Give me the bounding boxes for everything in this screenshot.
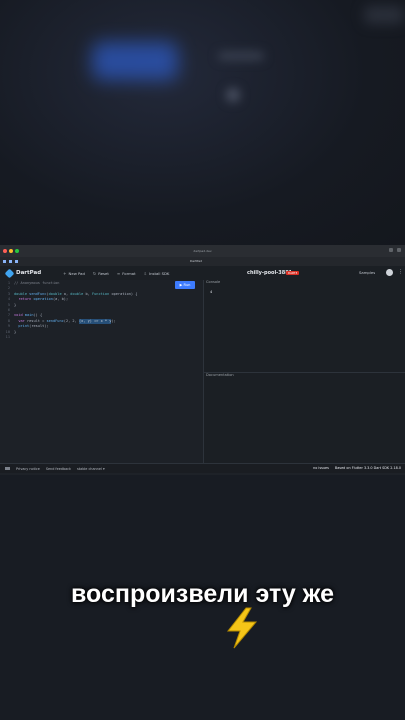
footer-status: no issues Based on Flutter 3.3.0 Dart SD… xyxy=(313,466,401,470)
code-line[interactable]: 11 xyxy=(2,335,137,340)
blurred-corner xyxy=(364,6,404,24)
channel-dropdown[interactable]: stable channel ▾ xyxy=(77,467,105,471)
window-controls[interactable] xyxy=(3,249,19,253)
minimize-dot-icon[interactable] xyxy=(9,249,13,253)
footer-links: Privacy notice Send feedback stable chan… xyxy=(5,467,105,471)
reset-label: Reset xyxy=(98,270,109,276)
back-icon[interactable] xyxy=(9,260,12,263)
code-token: } xyxy=(14,329,17,334)
maximize-dot-icon[interactable] xyxy=(15,249,19,253)
code-token: (x, y) => x * y xyxy=(78,318,112,325)
code-token: } xyxy=(14,302,17,307)
line-number: 11 xyxy=(5,335,10,340)
version-info: Based on Flutter 3.3.0 Dart SDK 2.18.0 xyxy=(334,466,401,470)
github-icon[interactable] xyxy=(386,269,393,276)
blurred-dot xyxy=(226,88,240,102)
feedback-link[interactable]: Send feedback xyxy=(46,467,71,471)
dartpad-header: DartPad + New Pad ↻ Reset ≡ Format ⇩ Ins… xyxy=(0,266,405,281)
plus-icon: + xyxy=(63,270,67,276)
tab-bar: DartPad xyxy=(0,257,405,266)
new-pad-button[interactable]: + New Pad xyxy=(63,271,85,276)
more-menu-icon[interactable]: ⋮ xyxy=(398,269,403,276)
code-token: double xyxy=(70,291,86,296)
tabs-icon[interactable] xyxy=(397,248,401,252)
privacy-link[interactable]: Privacy notice xyxy=(16,467,40,471)
version-badge: DART3 xyxy=(286,271,300,275)
lightning-bolt-shape xyxy=(226,607,258,649)
code-token: // Anonymous function xyxy=(14,281,60,285)
format-icon: ≡ xyxy=(116,270,121,276)
keyboard-icon[interactable] xyxy=(5,467,10,470)
documentation-label: Documentation xyxy=(206,373,234,377)
install-sdk-button[interactable]: ⇩ Install SDK xyxy=(144,271,170,276)
close-dot-icon[interactable] xyxy=(3,249,7,253)
header-actions: + New Pad ↻ Reset ≡ Format ⇩ Install SDK xyxy=(63,271,169,276)
video-caption: воспроизвели эту же xyxy=(71,580,334,608)
address-bar[interactable]: dartpad.dev xyxy=(150,248,255,254)
browser-window: dartpad.dev DartPad DartPad + New Pad ↻ … xyxy=(0,245,405,475)
documentation-panel: Documentation xyxy=(204,373,405,463)
sidebar-icon[interactable] xyxy=(3,260,6,263)
run-button[interactable]: ▶ Run xyxy=(175,281,195,289)
code-token: print xyxy=(14,324,30,329)
issues-status: no issues xyxy=(313,466,329,470)
browser-title-bar: dartpad.dev xyxy=(0,245,405,257)
console-label: Console xyxy=(206,280,221,284)
logo-text: DartPad xyxy=(16,270,42,276)
console-panel: Console 4 xyxy=(204,280,405,373)
lightning-bolt-icon xyxy=(226,607,258,649)
dart-logo-icon xyxy=(4,268,15,278)
tab-title[interactable]: DartPad xyxy=(190,258,202,265)
code-token: ); xyxy=(111,318,116,323)
browser-toolbar-icons xyxy=(389,248,401,252)
install-sdk-label: Install SDK xyxy=(148,270,170,276)
tab-bar-icons xyxy=(3,260,18,263)
code-token: (2, 2, xyxy=(63,318,79,323)
download-icon: ⇩ xyxy=(143,270,147,276)
dartpad-logo: DartPad xyxy=(4,268,42,278)
code-token: sendFunc xyxy=(46,318,64,323)
code-lines[interactable]: 1// Anonymous function 2 3 double sendFunc(… xyxy=(2,281,138,340)
format-button[interactable]: ≡ Format xyxy=(117,271,136,276)
format-label: Format xyxy=(122,270,136,276)
code-token: (result); xyxy=(29,324,49,329)
reset-button[interactable]: ↻ Reset xyxy=(93,271,109,276)
refresh-icon: ↻ xyxy=(92,270,97,276)
share-icon[interactable] xyxy=(389,248,393,252)
blurred-button xyxy=(92,42,178,80)
blurred-text xyxy=(218,52,264,60)
code-token: operation) { xyxy=(111,291,138,296)
new-pad-label: New Pad xyxy=(68,270,85,276)
forward-icon[interactable] xyxy=(15,260,18,263)
code-token: return xyxy=(14,297,34,302)
code-editor[interactable]: 1// Anonymous function 2 3 double sendFunc(… xyxy=(0,280,204,463)
code-token: operation xyxy=(33,297,53,302)
console-output: 4 xyxy=(210,290,213,294)
blurred-background xyxy=(0,0,405,245)
footer: Privacy notice Send feedback stable chan… xyxy=(0,463,405,473)
code-token: Function xyxy=(91,291,112,296)
samples-dropdown[interactable]: Samples xyxy=(359,270,375,275)
code-token: (a, b); xyxy=(52,297,69,302)
